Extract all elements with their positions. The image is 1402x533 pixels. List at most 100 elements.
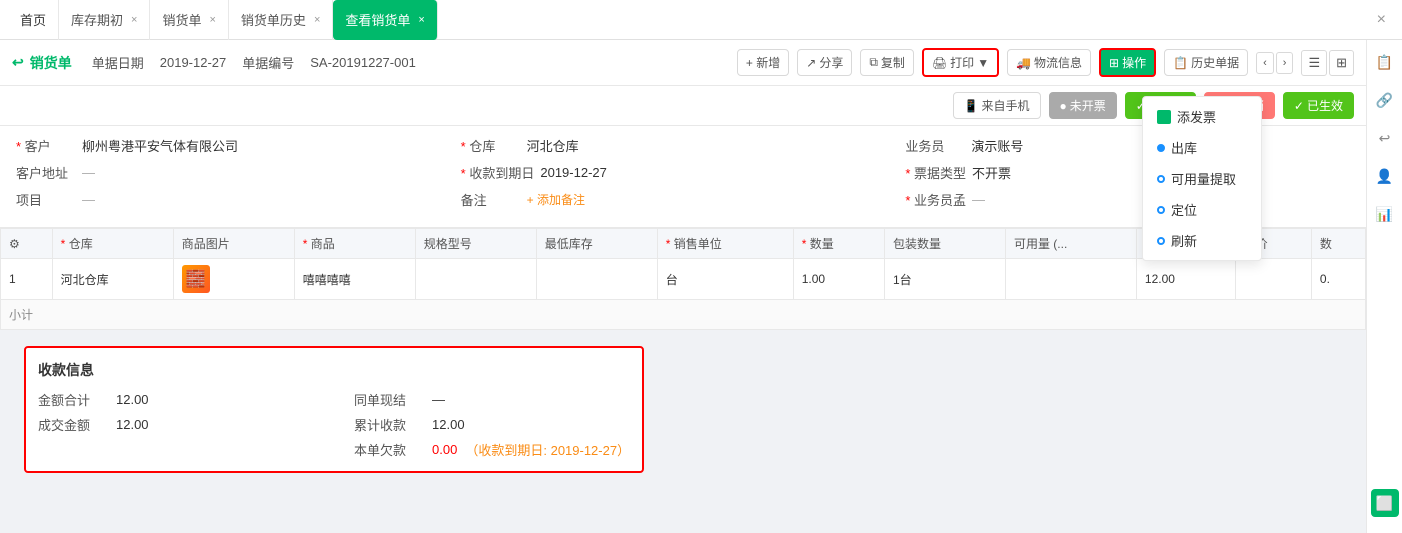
row-extra: 0. (1311, 259, 1365, 300)
note-field: 备注 + 添加备注 (461, 190, 906, 209)
warehouse-field: 仓库 河北仓库 (461, 136, 906, 155)
tab-inventory[interactable]: 库存期初 × (59, 0, 150, 40)
dropdown-refresh[interactable]: 刷新 (1143, 225, 1261, 256)
subtotal-row: 小计 (1, 300, 1366, 330)
number-value: SA-20191227-001 (310, 55, 416, 70)
copy-button[interactable]: ⧉ 复制 (860, 49, 914, 76)
not-open-button[interactable]: ● 未开票 (1049, 92, 1117, 119)
tab-view-sales[interactable]: 查看销货单 × (333, 0, 437, 40)
outbound-icon (1157, 144, 1165, 152)
share-label: 分享 (819, 54, 843, 71)
dropdown-locate[interactable]: 定位 (1143, 194, 1261, 225)
row-warehouse: 河北仓库 (52, 259, 173, 300)
col-available: 可用量 (... (1005, 229, 1136, 259)
sidebar-icon-3[interactable]: ↩ (1371, 124, 1399, 152)
dropdown-available[interactable]: 可用量提取 (1143, 163, 1261, 194)
locate-label: 定位 (1171, 200, 1197, 219)
print-button[interactable]: 🖨 打印 ▼ (922, 48, 999, 77)
window-close-button[interactable]: × (1369, 7, 1394, 33)
logistics-icon: 🚚 (1016, 56, 1031, 70)
tab-history-close[interactable]: × (314, 14, 320, 26)
history-icon: 📋 (1173, 56, 1188, 70)
same-order-label: 同单现结 (354, 390, 424, 409)
doc-meta: 单据日期 2019-12-27 单据编号 SA-20191227-001 (92, 53, 416, 72)
tab-inventory-close[interactable]: × (131, 14, 137, 26)
col-img: 商品图片 (173, 229, 294, 259)
staff2-label: 业务员孟 (905, 190, 966, 209)
add-note-button[interactable]: + 添加备注 (527, 191, 585, 208)
ticket-value: 不开票 (972, 163, 1011, 182)
effective-button[interactable]: ✓ 已生效 (1283, 92, 1354, 119)
project-label: 项目 (16, 190, 76, 209)
add-invoice-label: 添发票 (1177, 107, 1216, 126)
operations-button[interactable]: ⊞ 操作 (1099, 48, 1156, 77)
cumulative-value: 12.00 (432, 417, 465, 432)
row-num: 1 (1, 259, 53, 300)
logistics-button[interactable]: 🚚 物流信息 (1007, 49, 1091, 76)
view-buttons: ☰ ⊞ (1301, 50, 1354, 76)
locate-icon (1157, 206, 1165, 214)
sidebar-icon-2[interactable]: 🔗 (1371, 86, 1399, 114)
tab-sales[interactable]: 销货单 × (150, 0, 228, 40)
tab-view-sales-label: 查看销货单 (345, 10, 410, 29)
from-phone-button[interactable]: 📱 来自手机 (953, 92, 1041, 119)
history-button[interactable]: 📋 历史单据 (1164, 49, 1248, 76)
due-date-value: 2019-12-27 (540, 165, 607, 180)
same-order-value: — (432, 392, 445, 407)
effective-label: 已生效 (1307, 97, 1343, 114)
prev-button[interactable]: ‹ (1256, 52, 1274, 74)
deal-value: 12.00 (116, 417, 149, 432)
grid-view-button[interactable]: ⊞ (1329, 50, 1354, 76)
table-row: 1 河北仓库 🧱 嘻嘻嘻嘻 台 1.00 1台 12.00 (1, 259, 1366, 300)
copy-label: 复制 (881, 54, 905, 71)
operations-icon: ⊞ (1109, 56, 1119, 70)
available-icon (1157, 175, 1165, 183)
total-label: 金额合计 (38, 390, 108, 409)
date-label: 单据日期 (92, 53, 144, 72)
row-pack: 1台 (884, 259, 1005, 300)
due-date-field: 收款到期日 2019-12-27 (461, 163, 906, 182)
refresh-label: 刷新 (1171, 231, 1197, 250)
address-field: 客户地址 — (16, 163, 461, 182)
list-view-button[interactable]: ☰ (1301, 50, 1327, 76)
tab-bar: 首页 库存期初 × 销货单 × 销货单历史 × 查看销货单 × × (0, 0, 1402, 40)
cumulative-label: 累计收款 (354, 415, 424, 434)
dropdown-outbound[interactable]: 出库 (1143, 132, 1261, 163)
product-image: 🧱 (182, 265, 210, 293)
doc-type-icon: ↩ (12, 54, 24, 71)
owe-value: 0.00 (432, 442, 457, 457)
share-icon: ↗ (806, 56, 816, 70)
customer-field: 客户 柳州粤港平安气体有限公司 (16, 136, 461, 155)
address-label: 客户地址 (16, 163, 76, 182)
sidebar-icon-1[interactable]: 📋 (1371, 48, 1399, 76)
tab-history-label: 销货单历史 (241, 10, 306, 29)
share-button[interactable]: ↗ 分享 (797, 49, 852, 76)
tab-home[interactable]: 首页 (8, 0, 59, 40)
tab-history[interactable]: 销货单历史 × (229, 0, 333, 40)
ticket-label: 票据类型 (905, 163, 966, 182)
col-product: 商品 (294, 229, 415, 259)
col-unit: 销售单位 (657, 229, 793, 259)
sidebar-icon-expand[interactable]: ⬜ (1371, 489, 1399, 517)
number-label: 单据编号 (242, 53, 294, 72)
tab-sales-close[interactable]: × (209, 14, 215, 26)
available-label: 可用量提取 (1171, 169, 1236, 188)
cumulative-row: 累计收款 12.00 (354, 415, 630, 434)
dropdown-add-invoice[interactable]: 添发票 (1143, 101, 1261, 132)
nav-arrows: ‹ › (1256, 52, 1293, 74)
print-arrow: ▼ (977, 56, 989, 70)
tab-view-sales-close[interactable]: × (418, 14, 424, 26)
new-button[interactable]: + 新增 (737, 49, 789, 76)
add-note-label: 添加备注 (537, 193, 585, 207)
logistics-label: 物流信息 (1034, 54, 1082, 71)
staff-label: 业务员 (905, 136, 965, 155)
sidebar-icon-5[interactable]: 📊 (1371, 200, 1399, 228)
sidebar-icon-4[interactable]: 👤 (1371, 162, 1399, 190)
row-min-stock (536, 259, 657, 300)
row-spec (415, 259, 536, 300)
plus-icon: + (527, 193, 534, 207)
customer-value: 柳州粤港平安气体有限公司 (82, 136, 238, 155)
right-sidebar: 📋 🔗 ↩ 👤 📊 ⬜ (1366, 40, 1402, 533)
row-product: 嘻嘻嘻嘻 (294, 259, 415, 300)
next-button[interactable]: › (1276, 52, 1294, 74)
